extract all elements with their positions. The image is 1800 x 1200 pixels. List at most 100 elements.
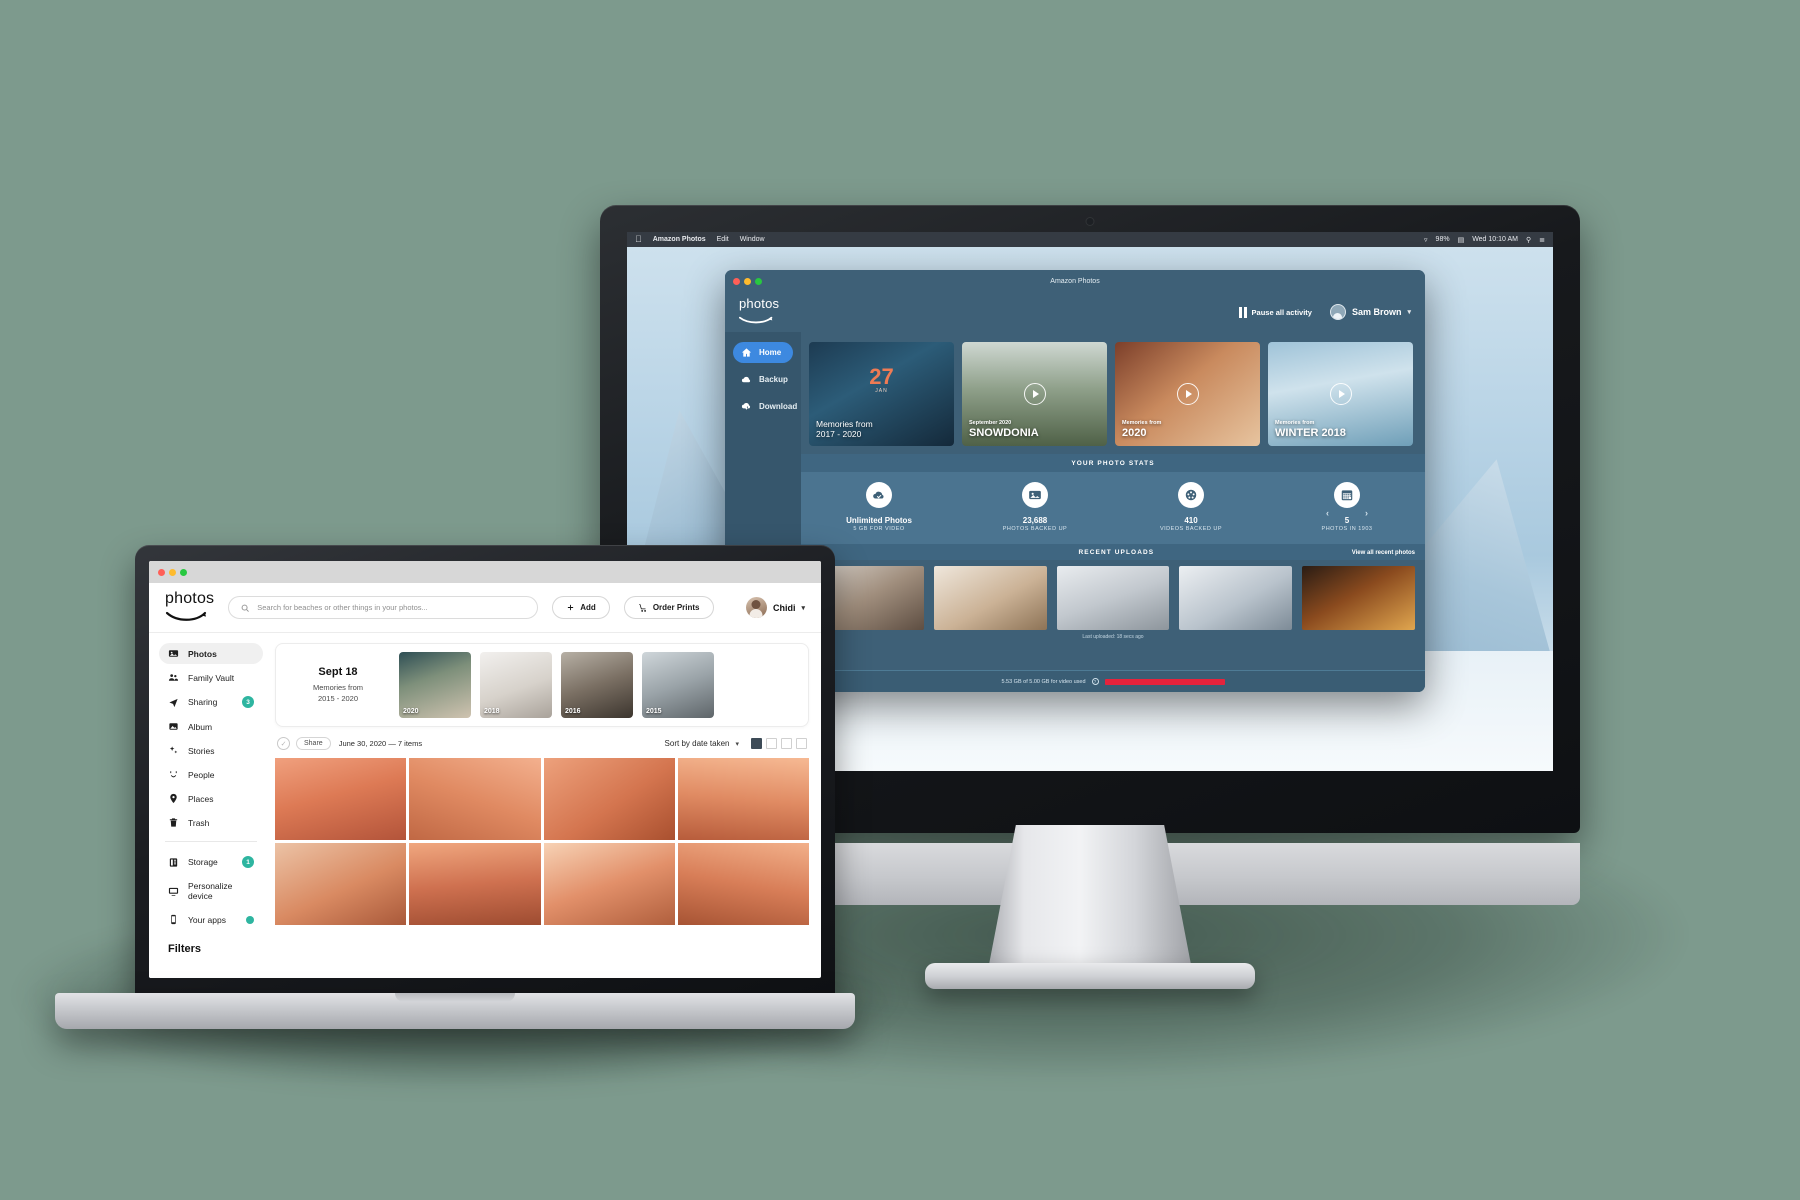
- user-menu[interactable]: Sam Brown ▾: [1329, 304, 1411, 320]
- sidebar-item-personalize-device[interactable]: Personalize device: [159, 876, 263, 906]
- memory-title: 2020: [1122, 427, 1147, 440]
- memory-card[interactable]: 27 JAN Memories from 2017 - 2020: [809, 342, 954, 446]
- sidebar-item-backup[interactable]: Backup: [733, 369, 793, 390]
- menubar-clock[interactable]: Wed 10:10 AM: [1472, 236, 1518, 243]
- stat-prev-button[interactable]: ‹: [1326, 508, 1329, 518]
- play-icon[interactable]: [1329, 383, 1352, 405]
- menubar-item-window[interactable]: Window: [740, 236, 765, 243]
- photo-tile[interactable]: [677, 758, 809, 840]
- photo-tile[interactable]: [409, 843, 541, 925]
- sort-dropdown[interactable]: Sort by date taken ▾: [665, 739, 739, 748]
- recent-thumb[interactable]: [1302, 566, 1415, 631]
- photo-tile[interactable]: [543, 758, 675, 840]
- view-all-recent-photos-link[interactable]: View all recent photos: [1352, 550, 1415, 556]
- question-mark-icon[interactable]: ?: [1091, 678, 1099, 685]
- chevron-down-icon[interactable]: ▾: [735, 740, 739, 748]
- memory-thumb[interactable]: 2016: [561, 652, 633, 718]
- photo-tile[interactable]: [275, 758, 407, 840]
- sidebar-item-people-label: People: [188, 769, 215, 780]
- memory-thumb[interactable]: 2020: [399, 652, 471, 718]
- sidebar-item-family-vault-label: Family Vault: [188, 672, 235, 683]
- photo-tile[interactable]: [543, 843, 675, 925]
- stat-next-button[interactable]: ›: [1365, 508, 1368, 518]
- photo-tile[interactable]: [677, 843, 809, 925]
- memory-widget[interactable]: Sept 18 Memories from 2015 - 2020 2020 2…: [275, 643, 809, 727]
- sidebar-item-trash[interactable]: Trash: [159, 812, 263, 833]
- control-center-icon[interactable]: ≣: [1539, 236, 1545, 244]
- sidebar-item-stories[interactable]: Stories: [159, 740, 263, 761]
- view-mode-switcher[interactable]: [751, 738, 807, 749]
- sidebar-item-family-vault[interactable]: Family Vault: [159, 667, 263, 688]
- sidebar-item-home[interactable]: Home: [733, 342, 793, 363]
- pause-icon: [1238, 306, 1247, 318]
- chevron-down-icon[interactable]: ▾: [1407, 308, 1411, 316]
- memory-card[interactable]: September 2020 SNOWDONIA: [962, 342, 1107, 446]
- photo-tile[interactable]: [275, 843, 407, 925]
- sidebar-item-home-label: Home: [759, 348, 782, 357]
- memory-caption: Memories from WINTER 2018: [1275, 419, 1346, 440]
- cart-icon: [639, 603, 646, 612]
- sidebar-item-storage[interactable]: Storage 1: [159, 851, 263, 873]
- order-prints-button[interactable]: Order Prints: [623, 596, 714, 619]
- memory-big-number: 27: [869, 364, 894, 389]
- phone-icon: [171, 914, 176, 925]
- grid-large-icon[interactable]: [751, 738, 762, 749]
- memory-date: Sept 18: [318, 666, 358, 678]
- sidebar-item-album[interactable]: Album: [159, 716, 263, 737]
- share-button[interactable]: Share: [296, 737, 331, 750]
- user-menu[interactable]: Chidi ▾: [745, 597, 805, 618]
- sidebar-item-download[interactable]: Download: [733, 396, 797, 417]
- search-icon: [241, 604, 250, 612]
- search-input[interactable]: Search for beaches or other things in yo…: [228, 596, 539, 619]
- memory-line1: Memories from: [816, 418, 873, 429]
- menubar-app-name[interactable]: Amazon Photos: [653, 236, 706, 243]
- apple-icon[interactable]: : [635, 235, 642, 244]
- grid-columns-icon[interactable]: [766, 738, 777, 749]
- maximize-button[interactable]: [180, 568, 187, 576]
- imac-stand-neck: [987, 825, 1193, 975]
- recent-uploads-header: RECENT UPLOADS View all recent photos: [801, 544, 1425, 561]
- memory-card[interactable]: Memories from WINTER 2018: [1268, 342, 1413, 446]
- sidebar-item-sharing[interactable]: Sharing 3: [159, 691, 263, 713]
- add-button[interactable]: Add: [552, 596, 610, 619]
- pin-icon: [170, 793, 177, 804]
- stat-label: PHOTOS BACKED UP: [1002, 526, 1068, 533]
- sort-toolbar: ✓ Share June 30, 2020 — 7 items Sort by …: [275, 727, 809, 754]
- chevron-down-icon[interactable]: ▾: [801, 604, 805, 612]
- play-icon[interactable]: [1176, 383, 1199, 405]
- sharing-badge: 3: [242, 696, 254, 708]
- amazon-smile-icon: [739, 316, 773, 323]
- stat-photos-backed-up: 23,688 PHOTOS BACKED UP: [957, 482, 1113, 532]
- check-circle-icon[interactable]: ✓: [277, 737, 290, 750]
- user-name: Sam Brown: [1351, 307, 1402, 317]
- recent-thumb[interactable]: [933, 566, 1047, 631]
- memory-card[interactable]: Memories from 2020: [1115, 342, 1260, 446]
- spotlight-search-icon[interactable]: ⚲: [1526, 236, 1531, 244]
- memory-title: SNOWDONIA: [969, 427, 1039, 440]
- recent-thumb[interactable]: [1056, 566, 1170, 631]
- menubar-item-edit[interactable]: Edit: [717, 236, 729, 243]
- sidebar-item-places[interactable]: Places: [159, 788, 263, 809]
- memory-caption: Memories from 2017 - 2020: [816, 419, 873, 440]
- logo-wordmark: photos: [165, 589, 215, 607]
- storage-badge: 1: [242, 856, 254, 868]
- mac-menubar[interactable]:  Amazon Photos Edit Window ▿ 98% ▤ Wed …: [627, 232, 1553, 247]
- photo-tile[interactable]: [409, 758, 541, 840]
- grid-small-icon[interactable]: [796, 738, 807, 749]
- photo-stats-heading: YOUR PHOTO STATS: [801, 454, 1425, 472]
- sidebar-item-photos[interactable]: Photos: [159, 643, 263, 664]
- recent-thumb[interactable]: [1179, 566, 1293, 631]
- add-label: Add: [580, 603, 596, 612]
- grid-medium-icon[interactable]: [781, 738, 792, 749]
- memory-thumb[interactable]: 2015: [642, 652, 714, 718]
- laptop-app-body: Photos Family Vault Sharing 3 Album Stor…: [149, 633, 821, 978]
- avatar: [745, 597, 767, 618]
- minimize-button[interactable]: [169, 568, 176, 576]
- sidebar-item-people[interactable]: People: [159, 764, 263, 785]
- wifi-icon[interactable]: ▿: [1424, 236, 1428, 244]
- pause-all-activity-button[interactable]: Pause all activity: [1238, 306, 1312, 318]
- memory-thumb[interactable]: 2018: [480, 652, 552, 718]
- play-icon[interactable]: [1023, 383, 1046, 405]
- sidebar-item-your-apps[interactable]: Your apps: [159, 909, 263, 930]
- close-button[interactable]: [158, 568, 165, 576]
